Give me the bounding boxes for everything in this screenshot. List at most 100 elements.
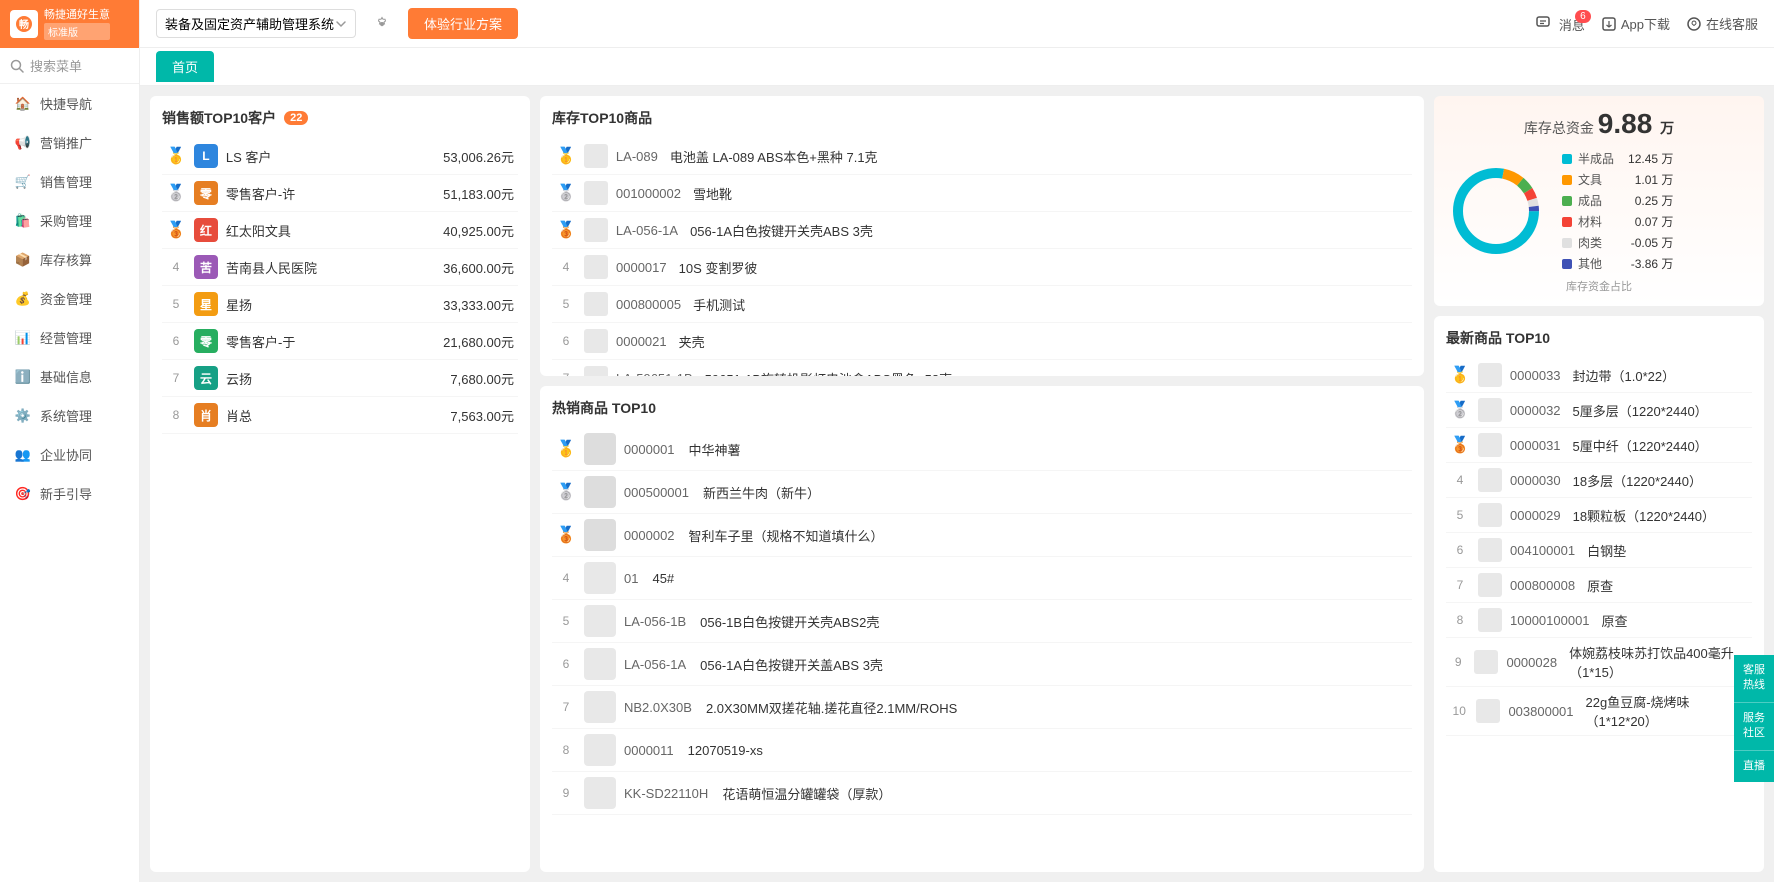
sidebar-item-basicinfo[interactable]: ℹ️ 基础信息 <box>0 357 139 396</box>
sidebar-item-enterprise[interactable]: 👥 企业协同 <box>0 435 139 474</box>
rank-number: 6 <box>166 334 186 348</box>
product-thumbnail <box>584 255 608 279</box>
product-name: 原查 <box>1587 576 1613 595</box>
legend-item: 材料 0.07 万 <box>1562 213 1673 230</box>
hot-product-item: 🥉 0000002 智利车子里（规格不知道填什么） <box>552 514 1412 557</box>
hot-products-title: 热销商品 TOP10 <box>552 398 1412 418</box>
product-name: 电池盖 LA-089 ABS本色+黑种 7.1克 <box>670 147 1408 166</box>
product-thumbnail <box>584 292 608 316</box>
rank-number: 4 <box>1450 473 1470 487</box>
rank-number: 7 <box>556 700 576 714</box>
product-name: 智利车子里（规格不知道填什么） <box>689 526 1408 545</box>
hot-product-item: 🥈 000500001 新西兰牛肉（新牛） <box>552 471 1412 514</box>
sidebar-item-finance[interactable]: 💰 资金管理 <box>0 279 139 318</box>
rank-number: 9 <box>556 786 576 800</box>
product-thumbnail <box>584 144 608 168</box>
svg-text:畅: 畅 <box>19 18 29 31</box>
product-thumbnail <box>1478 538 1502 562</box>
legend-value: -3.86 万 <box>1623 255 1674 272</box>
hot-product-item: 9 KK-SD22110H 花语萌恒温分罐罐袋（厚款） <box>552 772 1412 815</box>
product-code: 001000002 <box>616 186 681 201</box>
sidebar-item-operations[interactable]: 📊 经营管理 <box>0 318 139 357</box>
donut-chart-container: 半成品 12.45 万 文具 1.01 万 成品 0.25 万 材料 0.07 … <box>1446 150 1752 272</box>
float-btn-service[interactable]: 客服热线 <box>1734 655 1774 703</box>
left-column: 销售额TOP10客户 22 🥇 L LS 客户 53,006.26元 🥈 零 零… <box>150 96 530 872</box>
gear-button[interactable] <box>368 10 396 38</box>
product-name: 雪地靴 <box>693 184 1408 203</box>
sidebar-item-label: 系统管理 <box>40 406 92 425</box>
tab-home[interactable]: 首页 <box>156 51 214 82</box>
main-area: 装备及固定资产辅助管理系统 体验行业方案 消息 6 App下载 在线客服 <box>140 0 1774 882</box>
float-btn-community[interactable]: 服务社区 <box>1734 703 1774 751</box>
legend-color-dot <box>1562 196 1572 206</box>
product-code: 003800001 <box>1508 704 1573 719</box>
system-selector[interactable]: 装备及固定资产辅助管理系统 <box>156 9 356 38</box>
sidebar-item-system[interactable]: ⚙️ 系统管理 <box>0 396 139 435</box>
product-name: 5厘中纤（1220*2440） <box>1573 436 1708 455</box>
product-thumbnail <box>1478 433 1502 457</box>
customer-amount: 7,680.00元 <box>450 369 514 388</box>
product-name: 原查 <box>1602 611 1628 630</box>
team-icon: 👥 <box>14 446 32 464</box>
product-code: 01 <box>624 571 638 586</box>
legend-value: 1.01 万 <box>1627 171 1674 188</box>
rank-number: 4 <box>556 571 576 585</box>
product-thumbnail <box>1478 468 1502 492</box>
chart-icon: 📊 <box>14 329 32 347</box>
sidebar-item-purchase[interactable]: 🛍️ 采购管理 <box>0 201 139 240</box>
rank-number: 8 <box>556 743 576 757</box>
legend-color-dot <box>1562 175 1572 185</box>
app-download-button[interactable]: App下载 <box>1601 14 1670 33</box>
messages-count: 6 <box>1575 10 1591 23</box>
product-code: 0000030 <box>1510 473 1561 488</box>
sidebar-item-guide[interactable]: 🎯 新手引导 <box>0 474 139 513</box>
customer-amount: 36,600.00元 <box>443 258 514 277</box>
product-thumbnail <box>1474 650 1498 674</box>
float-btn-live[interactable]: 直播 <box>1734 751 1774 782</box>
messages-button[interactable]: 消息 6 <box>1535 14 1585 34</box>
newest-product-item: 5 0000029 18颗粒板（1220*2440） <box>1446 498 1752 533</box>
product-thumbnail <box>1476 699 1500 723</box>
sidebar-item-inventory[interactable]: 📦 库存核算 <box>0 240 139 279</box>
product-name: 封边带（1.0*22） <box>1573 366 1676 385</box>
movement-list-item: 🥇 LA-089 电池盖 LA-089 ABS本色+黑种 7.1克 <box>552 138 1412 175</box>
customer-list-item: 🥉 红 红太阳文具 40,925.00元 <box>162 212 518 249</box>
inventory-subtitle: 库存资金占比 <box>1446 278 1752 294</box>
legend-item: 肉类 -0.05 万 <box>1562 234 1673 251</box>
sidebar-item-sales[interactable]: 🛒 销售管理 <box>0 162 139 201</box>
trial-button[interactable]: 体验行业方案 <box>408 8 518 39</box>
online-service-button[interactable]: 在线客服 <box>1686 14 1758 33</box>
cart-icon: 🛒 <box>14 173 32 191</box>
newest-product-item: 6 004100001 白钢垫 <box>1446 533 1752 568</box>
box-icon: 📦 <box>14 251 32 269</box>
medal-bronze-icon: 🥉 <box>556 525 576 545</box>
product-thumbnail <box>584 366 608 376</box>
newest-product-item: 10 003800001 22g鱼豆腐-烧烤味（1*12*20） <box>1446 687 1752 736</box>
product-image <box>584 562 616 594</box>
inventory-unit: 万 <box>1660 120 1674 136</box>
legend-value: -0.05 万 <box>1623 234 1674 251</box>
product-image <box>584 519 616 551</box>
sidebar-item-quicknav[interactable]: 🏠 快捷导航 <box>0 84 139 123</box>
product-movement-title: 库存TOP10商品 <box>552 108 1412 128</box>
legend-color-dot <box>1562 154 1572 164</box>
money-icon: 💰 <box>14 290 32 308</box>
sidebar-item-label: 基础信息 <box>40 367 92 386</box>
customer-top10-card: 销售额TOP10客户 22 🥇 L LS 客户 53,006.26元 🥈 零 零… <box>150 96 530 872</box>
product-code: LA-089 <box>616 149 658 164</box>
customer-list-item: 🥇 L LS 客户 53,006.26元 <box>162 138 518 175</box>
sidebar-item-marketing[interactable]: 📢 营销推广 <box>0 123 139 162</box>
legend-label: 材料 <box>1578 213 1621 230</box>
legend-value: 0.07 万 <box>1627 213 1674 230</box>
inventory-legend: 半成品 12.45 万 文具 1.01 万 成品 0.25 万 材料 0.07 … <box>1562 150 1673 272</box>
sidebar-nav: 🏠 快捷导航 📢 营销推广 🛒 销售管理 🛍️ 采购管理 📦 库存核算 💰 资金… <box>0 84 139 882</box>
newest-product-item: 7 000800008 原查 <box>1446 568 1752 603</box>
customer-name: 零售客户-许 <box>226 184 435 203</box>
customer-list-item: 7 云 云扬 7,680.00元 <box>162 360 518 397</box>
newest-product-item: 🥇 0000033 封边带（1.0*22） <box>1446 358 1752 393</box>
topbar-right: 消息 6 App下载 在线客服 <box>1535 14 1758 34</box>
customer-name: 零售客户-于 <box>226 332 435 351</box>
customer-avatar: 红 <box>194 218 218 242</box>
sidebar-search[interactable]: 搜索菜单 <box>0 48 139 84</box>
rank-number: 9 <box>1450 655 1466 669</box>
